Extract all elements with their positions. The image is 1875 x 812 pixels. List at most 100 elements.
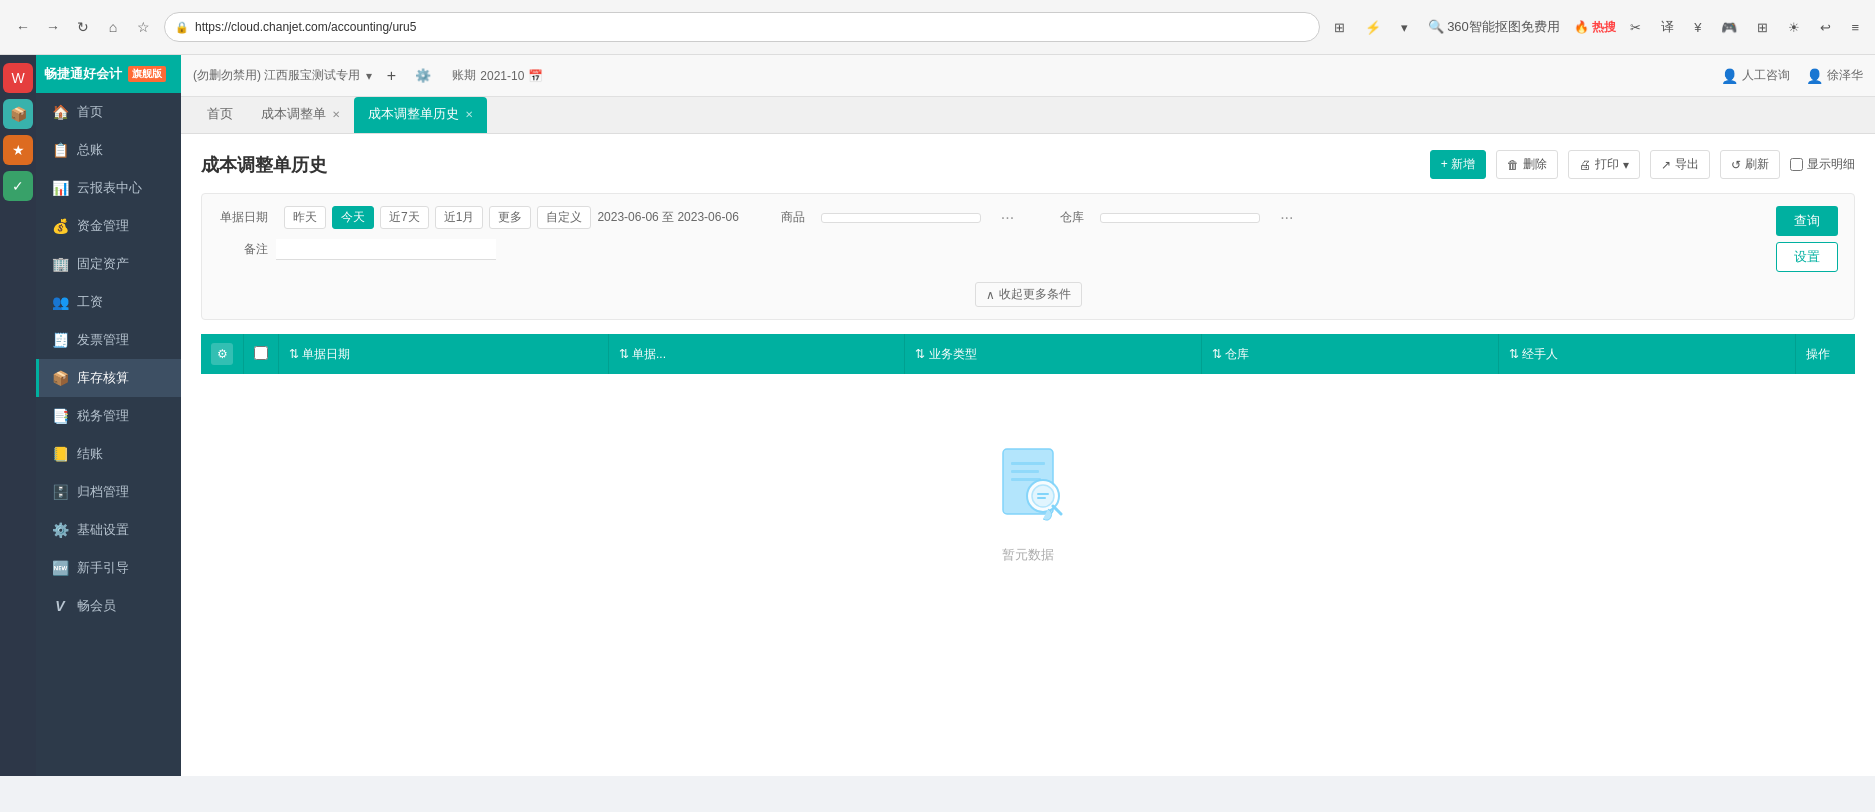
company-dropdown-icon[interactable]: ▾	[366, 69, 372, 83]
refresh-btn-label: 刷新	[1745, 156, 1769, 173]
undo-btn[interactable]: ↩	[1814, 16, 1837, 39]
svg-line-6	[1053, 506, 1061, 514]
sidebar-item-fixed-assets[interactable]: 🏢 固定资产	[36, 245, 181, 283]
browser-tool-bolt[interactable]: ⚡	[1359, 16, 1387, 39]
delete-btn-label: 删除	[1523, 156, 1547, 173]
sidebar-label-fixed-assets: 固定资产	[77, 255, 129, 273]
tab-cost-adjust-close[interactable]: ✕	[332, 109, 340, 120]
col-person-header[interactable]: ⇅ 经手人	[1498, 334, 1795, 374]
yesterday-btn[interactable]: 昨天	[284, 206, 326, 229]
sidebar-item-invoice[interactable]: 🧾 发票管理	[36, 321, 181, 359]
add-company-btn[interactable]: +	[378, 63, 404, 89]
sidebar-item-settings[interactable]: ⚙️ 基础设置	[36, 511, 181, 549]
browser-nav-buttons: ← → ↻ ⌂ ☆	[10, 14, 156, 40]
translate-btn[interactable]: 译	[1655, 14, 1680, 40]
nav-sidebar: 畅捷通好会计 旗舰版 🏠 首页 📋 总账 📊 云报表中心 💰 资金管理 🏢 固定…	[36, 55, 181, 776]
col-warehouse-header[interactable]: ⇅ 仓库	[1202, 334, 1499, 374]
today-btn[interactable]: 今天	[332, 206, 374, 229]
reports-icon: 📊	[51, 180, 69, 196]
home-button[interactable]: ⌂	[100, 14, 126, 40]
tab-cost-adjust-history-close[interactable]: ✕	[465, 109, 473, 120]
display-toggle-checkbox[interactable]	[1790, 158, 1803, 171]
col-date-header[interactable]: ⇅ 单据日期	[279, 334, 609, 374]
icon-sidebar-app[interactable]: 📦	[3, 99, 33, 129]
tab-cost-adjust-history[interactable]: 成本调整单历史 ✕	[354, 97, 487, 133]
sidebar-label-closing: 结账	[77, 445, 103, 463]
table-header-row: ⚙ ⇅ 单据日期 ⇅ 单据... ⇅ 业务类型	[201, 334, 1855, 374]
forward-button[interactable]: →	[40, 14, 66, 40]
reload-button[interactable]: ↻	[70, 14, 96, 40]
tab-home-label: 首页	[207, 105, 233, 123]
select-all-checkbox[interactable]	[254, 346, 268, 360]
apps-btn[interactable]: ⊞	[1751, 16, 1774, 39]
wallet-btn[interactable]: ¥	[1688, 16, 1707, 39]
warehouse-select-btn[interactable]	[1100, 213, 1260, 223]
sidebar-item-archive[interactable]: 🗄️ 归档管理	[36, 473, 181, 511]
browser-tool-grid[interactable]: ⊞	[1328, 16, 1351, 39]
calendar-icon[interactable]: 📅	[528, 69, 543, 83]
collapse-label: 收起更多条件	[999, 286, 1071, 303]
collapse-row: ∧ 收起更多条件	[218, 282, 1838, 307]
print-dropdown-icon: ▾	[1623, 158, 1629, 172]
guide-icon: 🆕	[51, 560, 69, 576]
goods-select-btn[interactable]	[821, 213, 981, 223]
search-btn[interactable]: 🔍 360智能抠图免费用	[1422, 14, 1566, 40]
browser-tool-dropdown[interactable]: ▾	[1395, 16, 1414, 39]
page-actions: + 新增 🗑 删除 🖨 打印 ▾ ↗ 导出	[1430, 150, 1855, 179]
settings-company-btn[interactable]: ⚙️	[410, 63, 436, 89]
sidebar-item-payroll[interactable]: 👥 工资	[36, 283, 181, 321]
export-btn[interactable]: ↗ 导出	[1650, 150, 1710, 179]
table-settings-gear[interactable]: ⚙	[211, 343, 233, 365]
icon-sidebar-weibo[interactable]: W	[3, 63, 33, 93]
scissors-btn[interactable]: ✂	[1624, 16, 1647, 39]
sidebar-item-tax[interactable]: 📑 税务管理	[36, 397, 181, 435]
query-btn[interactable]: 查询	[1776, 206, 1838, 236]
sidebar-item-vip[interactable]: V 畅会员	[36, 587, 181, 625]
game-btn[interactable]: 🎮	[1715, 16, 1743, 39]
sidebar-item-guide[interactable]: 🆕 新手引导	[36, 549, 181, 587]
sidebar-item-funds[interactable]: 💰 资金管理	[36, 207, 181, 245]
more-btn[interactable]: 更多	[489, 206, 531, 229]
filter-settings-btn[interactable]: 设置	[1776, 242, 1838, 272]
month-btn[interactable]: 近1月	[435, 206, 484, 229]
col-type-header[interactable]: ⇅ 业务类型	[905, 334, 1202, 374]
page-content: 成本调整单历史 + 新增 🗑 删除 🖨 打印 ▾ ↗	[181, 134, 1875, 776]
sidebar-item-closing[interactable]: 📒 结账	[36, 435, 181, 473]
new-btn[interactable]: + 新增	[1430, 150, 1486, 179]
goods-more-dots[interactable]: ···	[997, 209, 1018, 227]
tab-home[interactable]: 首页	[193, 97, 247, 133]
brightness-btn[interactable]: ☀	[1782, 16, 1806, 39]
sidebar-label-reports: 云报表中心	[77, 179, 142, 197]
menu-btn[interactable]: ≡	[1845, 16, 1865, 39]
sidebar-item-ledger[interactable]: 📋 总账	[36, 131, 181, 169]
address-bar[interactable]: 🔒 https://cloud.chanjet.com/accounting/u…	[164, 12, 1320, 42]
user-profile-btn[interactable]: 👤 徐泽华	[1806, 67, 1863, 84]
tab-cost-adjust[interactable]: 成本调整单 ✕	[247, 97, 354, 133]
main-top-left: (勿删勿禁用) 江西服宝测试专用 ▾ + ⚙️ 账期 2021-10 📅	[193, 63, 543, 89]
custom-btn[interactable]: 自定义	[537, 206, 591, 229]
back-button[interactable]: ←	[10, 14, 36, 40]
delete-btn[interactable]: 🗑 删除	[1496, 150, 1558, 179]
tax-icon: 📑	[51, 408, 69, 424]
archive-icon: 🗄️	[51, 484, 69, 500]
user-service-btn[interactable]: 👤 人工咨询	[1721, 67, 1790, 84]
lock-icon: 🔒	[175, 21, 189, 34]
print-btn[interactable]: 🖨 打印 ▾	[1568, 150, 1640, 179]
bookmark-button[interactable]: ☆	[130, 14, 156, 40]
notes-input[interactable]	[276, 239, 496, 260]
warehouse-more-dots[interactable]: ···	[1276, 209, 1297, 227]
sidebar-label-archive: 归档管理	[77, 483, 129, 501]
sidebar-item-home[interactable]: 🏠 首页	[36, 93, 181, 131]
icon-sidebar-orange[interactable]: ★	[3, 135, 33, 165]
refresh-btn[interactable]: ↺ 刷新	[1720, 150, 1780, 179]
collapse-btn[interactable]: ∧ 收起更多条件	[975, 282, 1082, 307]
week-btn[interactable]: 近7天	[380, 206, 429, 229]
col-num-header[interactable]: ⇅ 单据...	[608, 334, 905, 374]
sidebar-item-inventory[interactable]: 📦 库存核算	[36, 359, 181, 397]
app-container: W 📦 ★ ✓ 畅捷通好会计 旗舰版 🏠 首页 📋 总账 📊 云报表中心 💰 资…	[0, 55, 1875, 776]
icon-sidebar-green[interactable]: ✓	[3, 171, 33, 201]
sidebar-item-reports[interactable]: 📊 云报表中心	[36, 169, 181, 207]
service-label: 人工咨询	[1742, 67, 1790, 84]
sidebar-label-guide: 新手引导	[77, 559, 129, 577]
sidebar-label-invoice: 发票管理	[77, 331, 129, 349]
